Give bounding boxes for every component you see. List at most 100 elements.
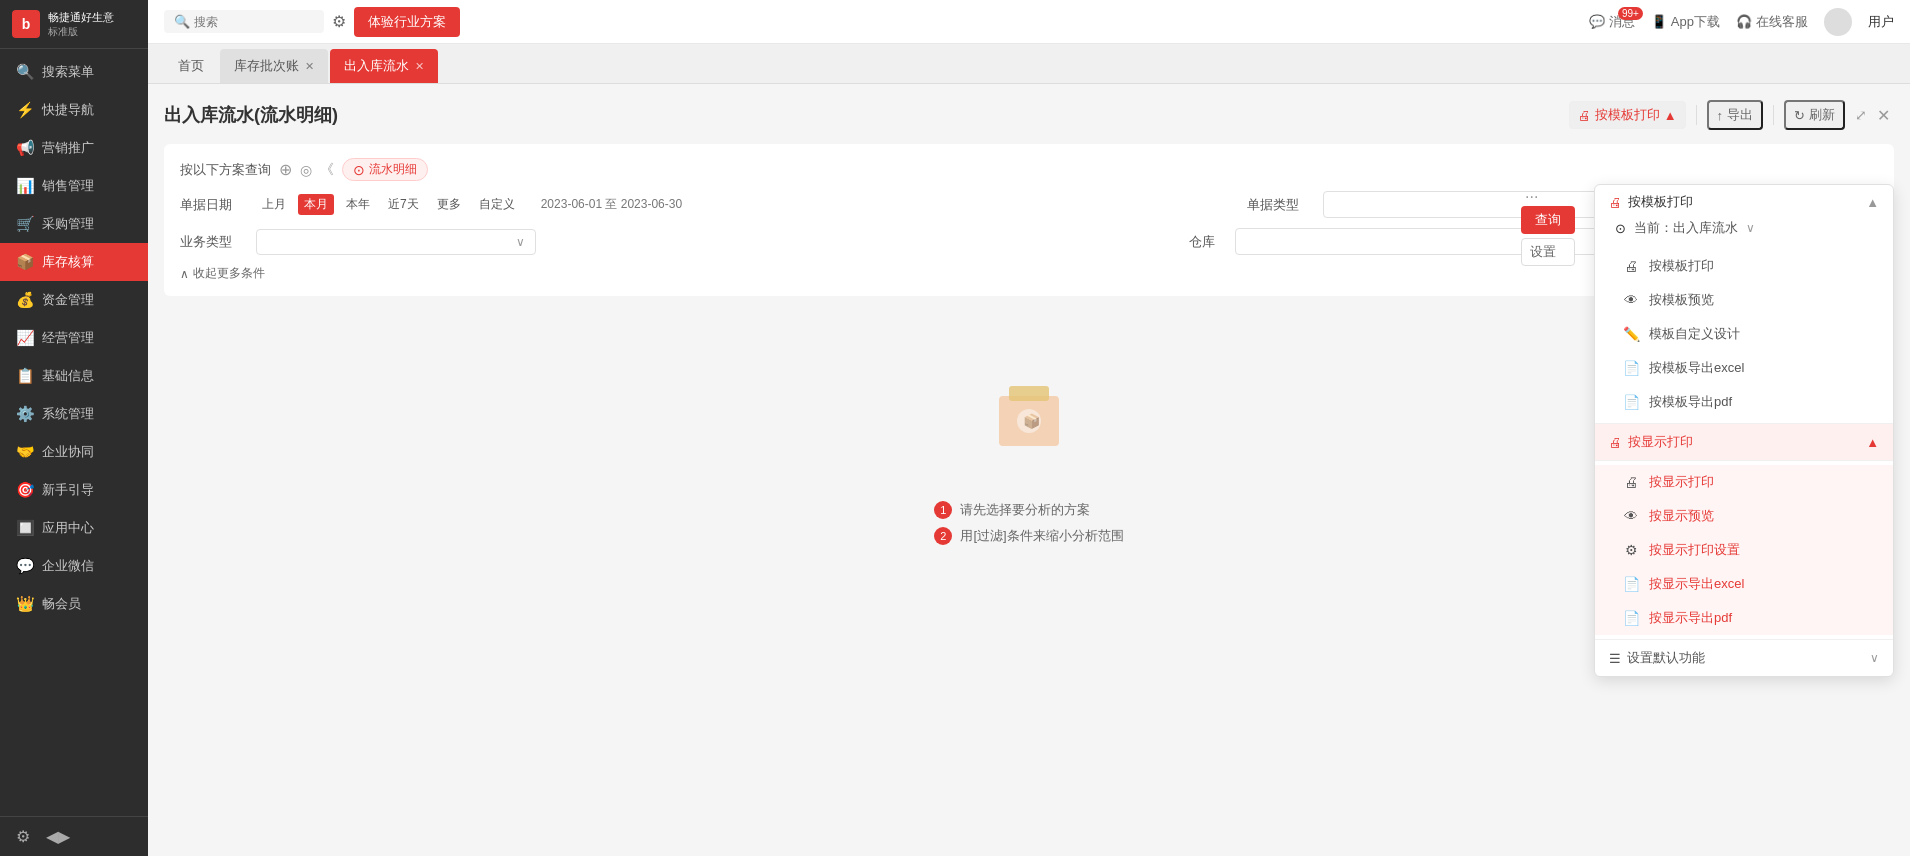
refresh-btn[interactable]: ↻ 刷新 xyxy=(1784,100,1845,130)
print-template-btn[interactable]: 🖨 按模板打印 ▲ xyxy=(1569,101,1686,129)
date-label: 单据日期 xyxy=(180,196,240,214)
settings-row[interactable]: ☰ 设置默认功能 ∨ xyxy=(1595,639,1893,676)
sidebar-item-wechat[interactable]: 💬企业微信 xyxy=(0,547,148,585)
sidebar-item-member[interactable]: 👑畅会员 xyxy=(0,585,148,623)
date-opt-custom[interactable]: 自定义 xyxy=(473,194,521,215)
tab-batch-ledger[interactable]: 库存批次账 ✕ xyxy=(220,49,328,83)
date-opt-this-year[interactable]: 本年 xyxy=(340,194,376,215)
sidebar-item-search[interactable]: 🔍搜索菜单 xyxy=(0,53,148,91)
message-icon: 💬 xyxy=(1589,14,1605,29)
dropdown-item-display-preview[interactable]: 👁 按显示预览 xyxy=(1595,499,1893,533)
filter-settings-icon[interactable]: ◎ xyxy=(300,162,312,178)
dropdown-item-template-export-pdf[interactable]: 📄按模板导出pdf xyxy=(1595,385,1893,419)
export-btn[interactable]: ↑ 导出 xyxy=(1707,100,1764,130)
dropdown-collapse-icon[interactable]: ▲ xyxy=(1866,195,1879,210)
dropdown-item-display-export-pdf[interactable]: 📄按显示导出pdf xyxy=(1595,601,1893,635)
sidebar-item-label: 经营管理 xyxy=(42,329,94,347)
settings-label: ☰ 设置默认功能 xyxy=(1609,649,1705,667)
dropdown-item-template-export-excel[interactable]: 📄按模板导出excel xyxy=(1595,351,1893,385)
message-item[interactable]: 💬 消息 99+ xyxy=(1589,13,1635,31)
display-print-section-header[interactable]: 🖨 按显示打印 ▲ xyxy=(1595,424,1893,461)
filter-add-icon[interactable]: ⊕ xyxy=(279,160,292,179)
dropdown-item-display-export-excel[interactable]: 📄按显示导出excel xyxy=(1595,567,1893,601)
template-export-pdf-icon: 📄 xyxy=(1623,394,1639,410)
print-icon: 🖨 xyxy=(1578,108,1591,123)
page-title: 出入库流水(流水明细) xyxy=(164,103,338,127)
template-print-section: 🖨按模板打印👁按模板预览✏️模板自定义设计📄按模板导出excel📄按模板导出pd… xyxy=(1595,245,1893,424)
dropdown-item-template-preview[interactable]: 👁按模板预览 xyxy=(1595,283,1893,317)
query-btn[interactable]: 查询 xyxy=(1521,206,1575,234)
member-icon: 👑 xyxy=(16,595,34,613)
app-brand: 畅捷通好生意 标准版 xyxy=(48,10,114,37)
sidebar: b 畅捷通好生意 标准版 🔍搜索菜单⚡快捷导航📢营销推广📊销售管理🛒采购管理📦库… xyxy=(0,0,148,856)
customer-service-item[interactable]: 🎧 在线客服 xyxy=(1736,13,1808,31)
settings-chevron: ∨ xyxy=(1870,651,1879,665)
date-opt-this-month[interactable]: 本月 xyxy=(298,194,334,215)
display-print-section-icon: 🖨 xyxy=(1609,435,1622,450)
tab-home[interactable]: 首页 xyxy=(164,49,218,83)
more-dots-icon[interactable]: ... xyxy=(1525,184,1571,202)
refresh-icon: ↻ xyxy=(1794,108,1805,123)
filter-collapse-left-icon[interactable]: 《 xyxy=(320,161,334,179)
close-icon[interactable]: ✕ xyxy=(1877,106,1890,125)
industry-btn[interactable]: 体验行业方案 xyxy=(354,7,460,37)
display-print-settings-icon: ⚙ xyxy=(1623,542,1639,558)
quick-nav-icon: ⚡ xyxy=(16,101,34,119)
sidebar-item-enterprise[interactable]: 🤝企业协同 xyxy=(0,433,148,471)
settings-btn[interactable]: 设置 xyxy=(1521,238,1575,266)
tab-close-batch-ledger[interactable]: ✕ xyxy=(305,60,314,73)
content-area: 出入库流水(流水明细) 🖨 按模板打印 ▲ ↑ 导出 ↻ 刷新 ⤢ xyxy=(148,84,1910,856)
dropdown-item-display-print[interactable]: 🖨按显示打印 xyxy=(1595,465,1893,499)
expand-icon[interactable]: ⤢ xyxy=(1855,107,1867,123)
gear-icon[interactable]: ⚙ xyxy=(332,12,346,31)
tab-flow[interactable]: 出入库流水 ✕ xyxy=(330,49,438,83)
tab-label-flow: 出入库流水 xyxy=(344,57,409,75)
sidebar-item-basic-info[interactable]: 📋基础信息 xyxy=(0,357,148,395)
sidebar-item-sales[interactable]: 📊销售管理 xyxy=(0,167,148,205)
display-preview-label: 按显示预览 xyxy=(1649,507,1714,525)
dropdown-main-title: 🖨 按模板打印 xyxy=(1609,193,1693,211)
template-print-label: 按模板打印 xyxy=(1649,257,1714,275)
date-opt-last-month[interactable]: 上月 xyxy=(256,194,292,215)
sidebar-item-quick-nav[interactable]: ⚡快捷导航 xyxy=(0,91,148,129)
sidebar-item-guide[interactable]: 🎯新手引导 xyxy=(0,471,148,509)
user-avatar[interactable] xyxy=(1824,8,1852,36)
collapse-sidebar-icon[interactable]: ◀▶ xyxy=(46,827,70,846)
dropdown-header: 🖨 按模板打印 ▲ xyxy=(1595,185,1893,215)
sidebar-item-label: 企业微信 xyxy=(42,557,94,575)
dropdown-item-template-print[interactable]: 🖨按模板打印 xyxy=(1595,249,1893,283)
app-download-icon: 📱 xyxy=(1651,14,1667,29)
sidebar-item-inventory[interactable]: 📦库存核算 xyxy=(0,243,148,281)
current-arrow: ∨ xyxy=(1746,221,1755,235)
export-icon: ↑ xyxy=(1717,108,1724,123)
sidebar-item-purchase[interactable]: 🛒采购管理 xyxy=(0,205,148,243)
current-icon: ⊙ xyxy=(1615,221,1626,236)
sidebar-footer: ⚙ ◀▶ xyxy=(0,816,148,856)
date-opt-last-7[interactable]: 近7天 xyxy=(382,194,425,215)
sidebar-item-label: 系统管理 xyxy=(42,405,94,423)
filter-title-row: 按以下方案查询 ⊕ ◎ 《 ⊙ 流水明细 xyxy=(180,158,1878,181)
tab-close-flow[interactable]: ✕ xyxy=(415,60,424,73)
sidebar-item-operations[interactable]: 📈 经营管理 xyxy=(0,319,148,357)
sidebar-item-finance[interactable]: 💰资金管理 xyxy=(0,281,148,319)
template-export-excel-label: 按模板导出excel xyxy=(1649,359,1744,377)
display-preview-icon: 👁 xyxy=(1623,508,1639,524)
tab-label-batch-ledger: 库存批次账 xyxy=(234,57,299,75)
inventory-icon: 📦 xyxy=(16,253,34,271)
date-opt-more[interactable]: 更多 xyxy=(431,194,467,215)
topbar-left: 🔍 ⚙ 体验行业方案 xyxy=(164,7,1577,37)
search-input[interactable] xyxy=(194,15,294,29)
dropdown-item-template-custom[interactable]: ✏️模板自定义设计 xyxy=(1595,317,1893,351)
operations-icon: 📈 xyxy=(16,329,34,347)
dropdown-item-display-print-settings[interactable]: ⚙按显示打印设置 xyxy=(1595,533,1893,567)
sidebar-item-apps[interactable]: 🔲应用中心 xyxy=(0,509,148,547)
headset-icon: 🎧 xyxy=(1736,14,1752,29)
app-download-item[interactable]: 📱 App下载 xyxy=(1651,13,1720,31)
print-header-icon: 🖨 xyxy=(1609,195,1622,210)
sidebar-item-system[interactable]: ⚙️系统管理 xyxy=(0,395,148,433)
display-export-pdf-icon: 📄 xyxy=(1623,610,1639,626)
business-type-select[interactable]: ∨ xyxy=(256,229,536,255)
sidebar-item-marketing[interactable]: 📢营销推广 xyxy=(0,129,148,167)
settings-icon[interactable]: ⚙ xyxy=(16,827,30,846)
sidebar-item-label: 企业协同 xyxy=(42,443,94,461)
